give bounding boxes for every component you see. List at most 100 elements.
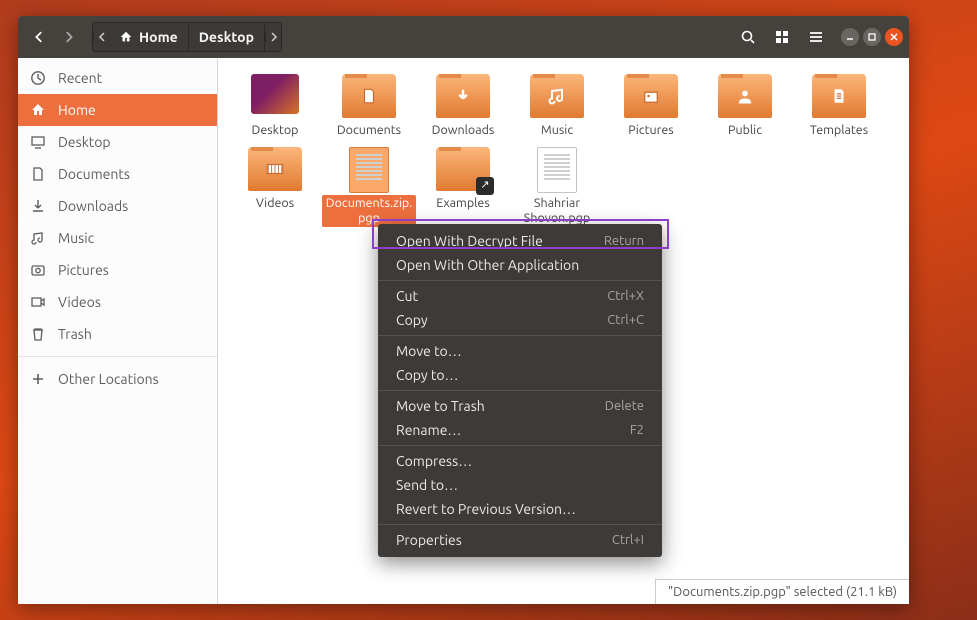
trash-icon <box>30 326 46 342</box>
file-item-documents[interactable]: Documents <box>322 74 416 139</box>
context-item-copy-to[interactable]: Copy to… <box>378 363 662 387</box>
view-mode-button[interactable] <box>767 22 797 52</box>
file-manager-window: Home Desktop Re <box>18 16 909 604</box>
sidebar-separator <box>18 356 217 357</box>
path-seg-label: Desktop <box>199 29 254 45</box>
close-button[interactable] <box>885 28 903 46</box>
file-item-pictures[interactable]: Pictures <box>604 74 698 139</box>
context-item-copy[interactable]: Copy Ctrl+C <box>378 308 662 332</box>
file-label: Documents <box>334 122 404 139</box>
sidebar-item-recent[interactable]: Recent <box>18 62 217 94</box>
context-item-label: Copy <box>396 312 428 328</box>
maximize-button[interactable] <box>863 28 881 46</box>
back-button[interactable] <box>24 22 54 52</box>
context-separator <box>378 280 662 281</box>
sidebar-item-documents[interactable]: Documents <box>18 158 217 190</box>
camera-icon <box>30 262 46 278</box>
window-controls <box>841 28 903 46</box>
link-emblem-icon: ↗ <box>476 177 494 195</box>
context-item-move-to-trash[interactable]: Move to Trash Delete <box>378 394 662 418</box>
file-label: Examples <box>433 195 493 212</box>
folder-icon <box>718 74 772 118</box>
context-item-send-to[interactable]: Send to… <box>378 473 662 497</box>
sidebar-item-label: Music <box>58 230 94 246</box>
context-separator <box>378 335 662 336</box>
context-item-accel: Ctrl+I <box>612 533 644 547</box>
sidebar-item-label: Documents <box>58 166 130 182</box>
sidebar-item-label: Downloads <box>58 198 128 214</box>
sidebar-item-trash[interactable]: Trash <box>18 318 217 350</box>
sidebar-item-label: Recent <box>58 70 102 86</box>
context-item-label: Send to… <box>396 477 458 493</box>
context-item-label: Move to Trash <box>396 398 485 414</box>
context-item-open-with-other[interactable]: Open With Other Application <box>378 253 662 277</box>
folder-icon <box>248 147 302 191</box>
context-item-cut[interactable]: Cut Ctrl+X <box>378 284 662 308</box>
file-item-public[interactable]: Public <box>698 74 792 139</box>
file-label: Videos <box>253 195 297 212</box>
sidebar-item-downloads[interactable]: Downloads <box>18 190 217 222</box>
context-item-label: Revert to Previous Version… <box>396 501 576 517</box>
hamburger-icon <box>808 29 824 45</box>
file-label: Downloads <box>429 122 498 139</box>
path-seg-desktop[interactable]: Desktop <box>189 23 265 51</box>
sidebar-item-label: Desktop <box>58 134 111 150</box>
file-item-shahriar-shovon-pgp[interactable]: Shahriar Shovon.pgp <box>510 147 604 227</box>
context-item-open-with-decrypt[interactable]: Open With Decrypt File Return <box>378 229 662 253</box>
nav-buttons <box>24 22 84 52</box>
file-item-templates[interactable]: Templates <box>792 74 886 139</box>
sidebar-item-videos[interactable]: Videos <box>18 286 217 318</box>
desktop-icon <box>30 134 46 150</box>
context-menu: Open With Decrypt File Return Open With … <box>378 224 662 557</box>
icon-grid: Desktop Documents Downloads Music Pictur… <box>218 58 909 243</box>
search-icon <box>740 29 756 45</box>
context-item-compress[interactable]: Compress… <box>378 449 662 473</box>
folder-icon <box>624 74 678 118</box>
minimize-button[interactable] <box>841 28 859 46</box>
forward-button[interactable] <box>54 22 84 52</box>
path-seg-home[interactable]: Home <box>109 23 189 51</box>
music-icon <box>30 230 46 246</box>
sidebar-item-desktop[interactable]: Desktop <box>18 126 217 158</box>
folder-icon <box>342 74 396 118</box>
sidebar: Recent Home Desktop Documents Downloads … <box>18 58 218 604</box>
file-item-downloads[interactable]: Downloads <box>416 74 510 139</box>
hamburger-menu-button[interactable] <box>801 22 831 52</box>
download-icon <box>30 198 46 214</box>
status-text: "Documents.zip.pgp" selected (21.1 kB) <box>668 585 897 599</box>
context-item-accel: F2 <box>630 423 644 437</box>
file-item-documents-zip-pgp[interactable]: Documents.zip.pgp <box>322 147 416 227</box>
context-item-label: Cut <box>396 288 418 304</box>
context-item-revert[interactable]: Revert to Previous Version… <box>378 497 662 521</box>
context-separator <box>378 390 662 391</box>
plus-icon <box>30 371 46 387</box>
sidebar-item-music[interactable]: Music <box>18 222 217 254</box>
context-item-label: Open With Other Application <box>396 257 579 273</box>
file-label: Templates <box>807 122 871 139</box>
folder-icon <box>530 74 584 118</box>
context-item-rename[interactable]: Rename… F2 <box>378 418 662 442</box>
file-label: Pictures <box>625 122 676 139</box>
file-item-desktop[interactable]: Desktop <box>228 74 322 139</box>
context-item-properties[interactable]: Properties Ctrl+I <box>378 528 662 552</box>
sidebar-item-other-locations[interactable]: Other Locations <box>18 363 217 395</box>
context-item-move-to[interactable]: Move to… <box>378 339 662 363</box>
document-icon <box>349 147 389 193</box>
context-item-label: Copy to… <box>396 367 458 383</box>
context-item-accel: Ctrl+C <box>607 313 644 327</box>
search-button[interactable] <box>733 22 763 52</box>
path-bar: Home Desktop <box>92 22 282 52</box>
file-item-videos[interactable]: Videos <box>228 147 322 212</box>
path-seg-label: Home <box>139 29 178 45</box>
toolbar: Home Desktop <box>18 16 909 58</box>
folder-icon <box>436 74 490 118</box>
path-next-button[interactable] <box>265 32 281 42</box>
context-item-label: Move to… <box>396 343 462 359</box>
context-item-accel: Delete <box>605 399 644 413</box>
file-item-music[interactable]: Music <box>510 74 604 139</box>
file-item-examples[interactable]: ↗ Examples <box>416 147 510 212</box>
sidebar-item-pictures[interactable]: Pictures <box>18 254 217 286</box>
context-item-accel: Ctrl+X <box>607 289 644 303</box>
path-prev-button[interactable] <box>93 32 109 42</box>
sidebar-item-home[interactable]: Home <box>18 94 217 126</box>
